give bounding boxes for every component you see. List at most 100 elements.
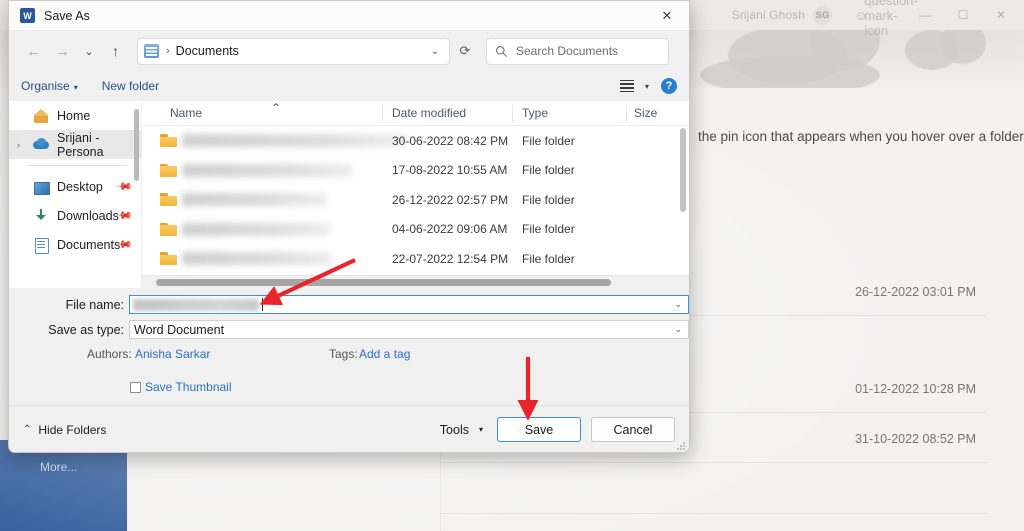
column-header-date-modified[interactable]: Date modified — [392, 106, 466, 120]
minimize-button[interactable]: — — [906, 0, 944, 30]
date-modified-cell: 17-08-2022 10:55 AM — [392, 163, 508, 178]
up-button[interactable]: ↑ — [101, 37, 130, 65]
documents-icon — [33, 237, 49, 254]
maximize-button[interactable]: ☐ — [944, 0, 982, 30]
column-header-name[interactable]: Name — [170, 106, 202, 120]
column-headers: Name ⌃ Date modified Type Size — [142, 101, 689, 126]
tags-label: Tags: — [329, 347, 358, 361]
save-as-dialog: W Save As ✕ ← → ⌄ ↑ › Documents ⌄ ⟳ Sear… — [8, 0, 690, 453]
type-cell: File folder — [522, 192, 575, 207]
authors-value[interactable]: Anisha Sarkar — [135, 347, 210, 361]
sidebar-item-downloads[interactable]: Downloads 📌 — [9, 201, 141, 230]
navigation-sidebar[interactable]: Home › Srijani - Persona Desktop 📌 Downl… — [9, 101, 142, 288]
chevron-right-icon[interactable]: › — [17, 140, 20, 150]
more-link[interactable]: More... — [40, 460, 77, 474]
list-view-icon[interactable] — [619, 79, 634, 93]
table-row[interactable]: 22-07-2022 12:54 PM File folder — [142, 244, 689, 274]
file-list-vertical-scrollbar[interactable] — [677, 126, 689, 275]
add-a-tag-link[interactable]: Add a tag — [359, 347, 410, 361]
sidebar-item-onedrive[interactable]: › Srijani - Persona — [9, 130, 141, 159]
sidebar-item-label: Desktop — [57, 179, 103, 194]
document-text: the pin icon that appears when you hover… — [698, 129, 1024, 144]
table-row[interactable]: 04-06-2022 09:06 AM File folder — [142, 215, 689, 245]
chevron-down-icon: ▾ — [478, 425, 483, 434]
chevron-down-icon[interactable]: ⌄ — [674, 299, 682, 310]
search-placeholder: Search Documents — [516, 44, 619, 58]
sidebar-item-documents[interactable]: Documents 📌 — [9, 230, 141, 259]
screenshot-root: Srijani Ghosh SG ☺ question-mark-icon — … — [0, 0, 1024, 531]
question-mark-icon[interactable]: question-mark-icon — [864, 0, 917, 38]
chevron-down-icon[interactable]: ⌄ — [674, 324, 682, 335]
authors-label: Authors: — [87, 347, 132, 361]
breadcrumb[interactable]: Documents — [176, 44, 239, 58]
tools-button[interactable]: Tools ▾ — [440, 423, 483, 437]
pin-icon[interactable]: 📌 — [115, 177, 134, 196]
navigation-bar: ← → ⌄ ↑ › Documents ⌄ ⟳ Search Documents — [9, 31, 689, 71]
table-row[interactable]: 17-08-2022 10:55 AM File folder — [142, 156, 689, 186]
save-thumbnail-label[interactable]: Save Thumbnail — [145, 380, 232, 394]
file-list: Name ⌃ Date modified Type Size 30-06-202… — [142, 101, 689, 288]
type-cell: File folder — [522, 222, 575, 237]
date-modified-cell: 22-07-2022 12:54 PM — [392, 251, 509, 266]
chevron-up-icon: ⌃ — [23, 424, 32, 435]
column-header-size[interactable]: Size — [634, 106, 657, 120]
cancel-button[interactable]: Cancel — [591, 417, 675, 442]
search-icon — [496, 45, 507, 57]
onedrive-cloud-icon — [33, 137, 49, 153]
type-cell: File folder — [522, 133, 575, 148]
view-chevron-down-icon[interactable]: ▾ — [645, 82, 649, 91]
save-as-type-label: Save as type: — [48, 323, 124, 337]
sidebar-item-label: Downloads — [57, 208, 119, 223]
file-name-cell — [182, 193, 327, 206]
dialog-title-bar: W Save As ✕ — [9, 1, 689, 31]
account-name: Srijani Ghosh — [731, 8, 805, 22]
new-folder-button[interactable]: New folder — [102, 79, 159, 93]
refresh-icon[interactable]: ⟳ — [450, 37, 480, 65]
tools-label: Tools — [439, 422, 469, 437]
close-icon[interactable]: ✕ — [645, 1, 689, 31]
folder-icon — [160, 193, 177, 207]
save-as-type-select[interactable]: Word Document ⌄ — [129, 320, 689, 339]
hide-folders-label: Hide Folders — [38, 422, 107, 437]
sidebar-scrollbar[interactable] — [134, 109, 139, 181]
save-thumbnail-checkbox[interactable] — [130, 382, 141, 393]
sidebar-item-desktop[interactable]: Desktop 📌 — [9, 172, 141, 201]
forward-button[interactable]: → — [48, 37, 77, 65]
hide-folders-button[interactable]: ⌃ Hide Folders — [23, 423, 106, 437]
file-name-cell — [182, 163, 352, 177]
table-row[interactable]: 26-12-2022 02:57 PM File folder — [142, 185, 689, 215]
type-cell: File folder — [522, 163, 575, 178]
command-bar: Organise ▾ New folder ▾ ? — [9, 71, 689, 101]
file-name-cell — [182, 252, 332, 265]
documents-folder-icon — [144, 44, 159, 58]
folder-icon — [160, 163, 177, 177]
organise-label: Organise — [21, 79, 70, 93]
column-header-type[interactable]: Type — [522, 106, 548, 120]
search-input[interactable]: Search Documents — [486, 37, 669, 65]
sidebar-item-home[interactable]: Home — [9, 101, 141, 130]
resize-grip[interactable] — [676, 441, 686, 451]
file-list-horizontal-scrollbar[interactable] — [142, 275, 689, 288]
close-button[interactable]: ✕ — [982, 0, 1020, 30]
sidebar-item-label: Srijani - Persona — [57, 130, 104, 159]
save-button[interactable]: Save — [497, 417, 581, 442]
chevron-down-icon[interactable]: ⌄ — [431, 46, 443, 57]
address-bar[interactable]: › Documents ⌄ — [137, 37, 450, 65]
recent-date: 31-10-2022 08:52 PM — [855, 432, 976, 446]
sidebar-item-label: Home — [57, 108, 91, 123]
date-modified-cell: 30-06-2022 08:42 PM — [392, 133, 509, 148]
organise-button[interactable]: Organise ▾ — [21, 79, 78, 93]
file-name-label: File name: — [65, 298, 124, 312]
file-name-input[interactable]: ⌄ — [129, 295, 689, 314]
home-icon — [33, 108, 49, 124]
date-modified-cell: 04-06-2022 09:06 AM — [392, 222, 508, 237]
breadcrumb-separator: › — [166, 45, 170, 57]
back-button[interactable]: ← — [19, 37, 48, 65]
file-name-cell — [182, 134, 407, 147]
help-icon[interactable]: ? — [661, 78, 677, 94]
dialog-title: Save As — [44, 8, 90, 23]
avatar[interactable]: SG — [813, 5, 832, 25]
save-as-type-value: Word Document — [134, 322, 225, 337]
table-row[interactable]: 30-06-2022 08:42 PM File folder — [142, 126, 689, 156]
recent-locations-button[interactable]: ⌄ — [77, 37, 101, 65]
